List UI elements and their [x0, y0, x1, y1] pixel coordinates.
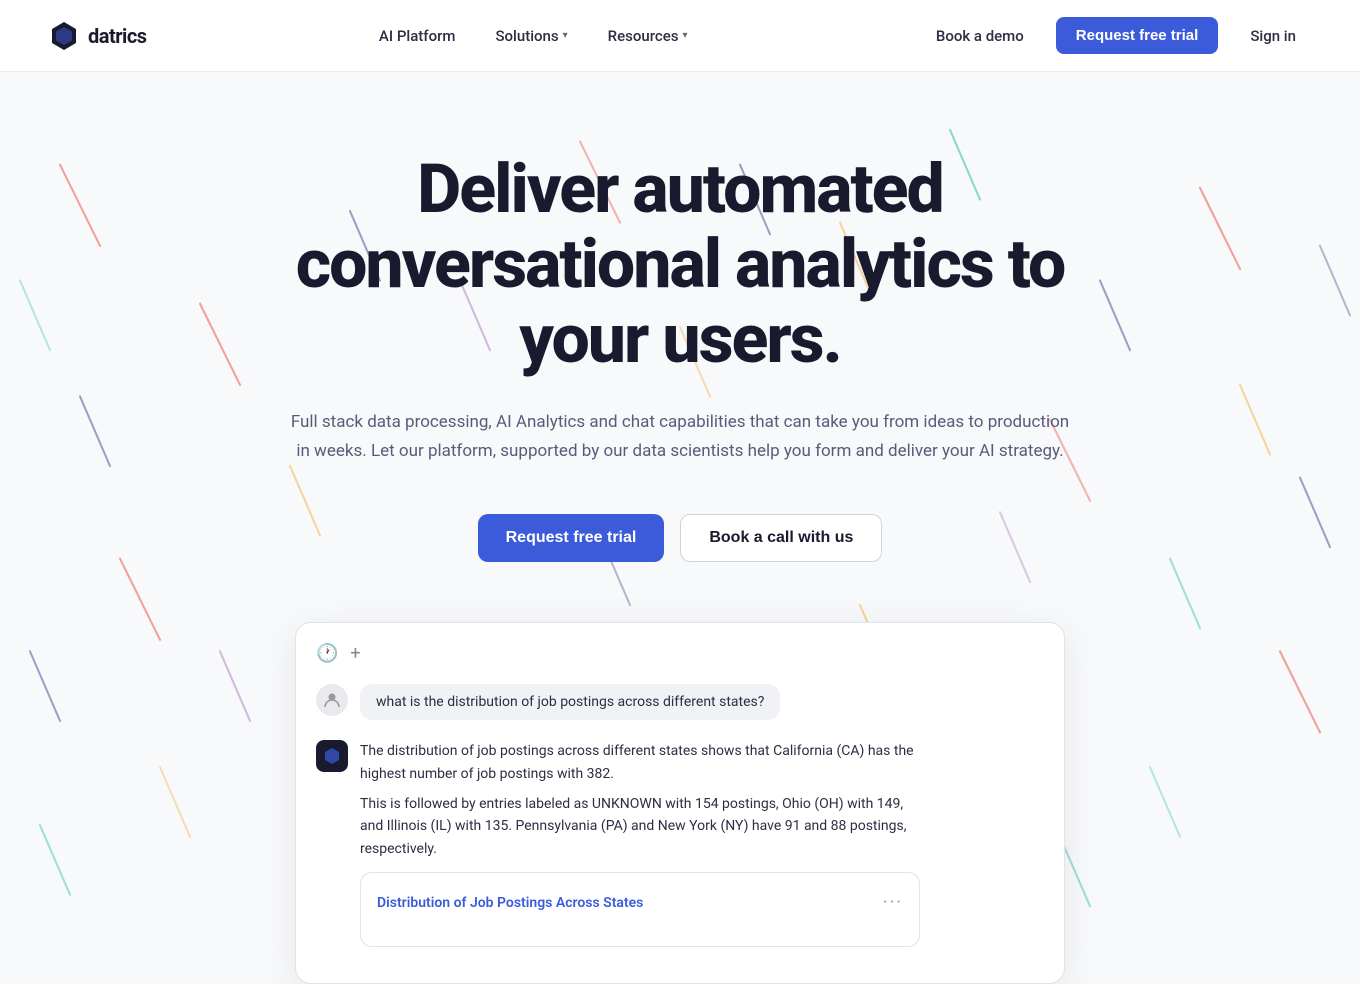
- book-demo-link[interactable]: Book a demo: [920, 19, 1040, 53]
- user-avatar-icon: [316, 684, 348, 716]
- chart-title: Distribution of Job Postings Across Stat…: [377, 892, 643, 914]
- chat-preview-panel: 🕐 + what is the distribution of job post…: [295, 622, 1065, 984]
- hero-buttons: Request free trial Book a call with us: [48, 514, 1312, 562]
- user-bubble: what is the distribution of job postings…: [360, 684, 780, 720]
- logo[interactable]: datrics: [48, 20, 147, 52]
- hero-content: Deliver automated conversational analyti…: [48, 152, 1312, 984]
- hero-title: Deliver automated conversational analyti…: [230, 152, 1130, 376]
- chart-options-icon[interactable]: ···: [883, 889, 903, 918]
- logo-text: datrics: [88, 24, 147, 48]
- nav-link-solutions[interactable]: Solutions ▾: [479, 19, 583, 53]
- chat-toolbar: 🕐 +: [316, 643, 1044, 664]
- navbar: datrics AI Platform Solutions ▾ Resource…: [0, 0, 1360, 72]
- nav-link-resources[interactable]: Resources ▾: [592, 19, 704, 53]
- bot-response-line2: This is followed by entries labeled as U…: [360, 793, 920, 860]
- request-free-trial-hero-button[interactable]: Request free trial: [478, 514, 665, 562]
- hero-section: Deliver automated conversational analyti…: [0, 72, 1360, 984]
- nav-links: AI Platform Solutions ▾ Resources ▾: [363, 19, 704, 53]
- book-a-call-button[interactable]: Book a call with us: [680, 514, 882, 562]
- bot-avatar-icon: [316, 740, 348, 772]
- request-free-trial-button[interactable]: Request free trial: [1056, 17, 1219, 54]
- nav-link-platform[interactable]: AI Platform: [363, 19, 472, 53]
- hero-subtitle: Full stack data processing, AI Analytics…: [290, 408, 1070, 466]
- solutions-chevron-icon: ▾: [563, 30, 568, 41]
- resources-chevron-icon: ▾: [682, 30, 687, 41]
- logo-icon: [48, 20, 80, 52]
- bot-bubble: The distribution of job postings across …: [360, 740, 920, 947]
- history-icon[interactable]: 🕐: [316, 643, 338, 664]
- nav-actions: Book a demo Request free trial Sign in: [920, 17, 1312, 54]
- chart-card: Distribution of Job Postings Across Stat…: [360, 872, 920, 947]
- bot-response-line1: The distribution of job postings across …: [360, 740, 920, 785]
- add-icon[interactable]: +: [350, 643, 360, 664]
- bot-message: The distribution of job postings across …: [316, 740, 1044, 947]
- user-message: what is the distribution of job postings…: [316, 684, 1044, 720]
- sign-in-link[interactable]: Sign in: [1234, 19, 1312, 53]
- chart-card-header: Distribution of Job Postings Across Stat…: [377, 889, 903, 918]
